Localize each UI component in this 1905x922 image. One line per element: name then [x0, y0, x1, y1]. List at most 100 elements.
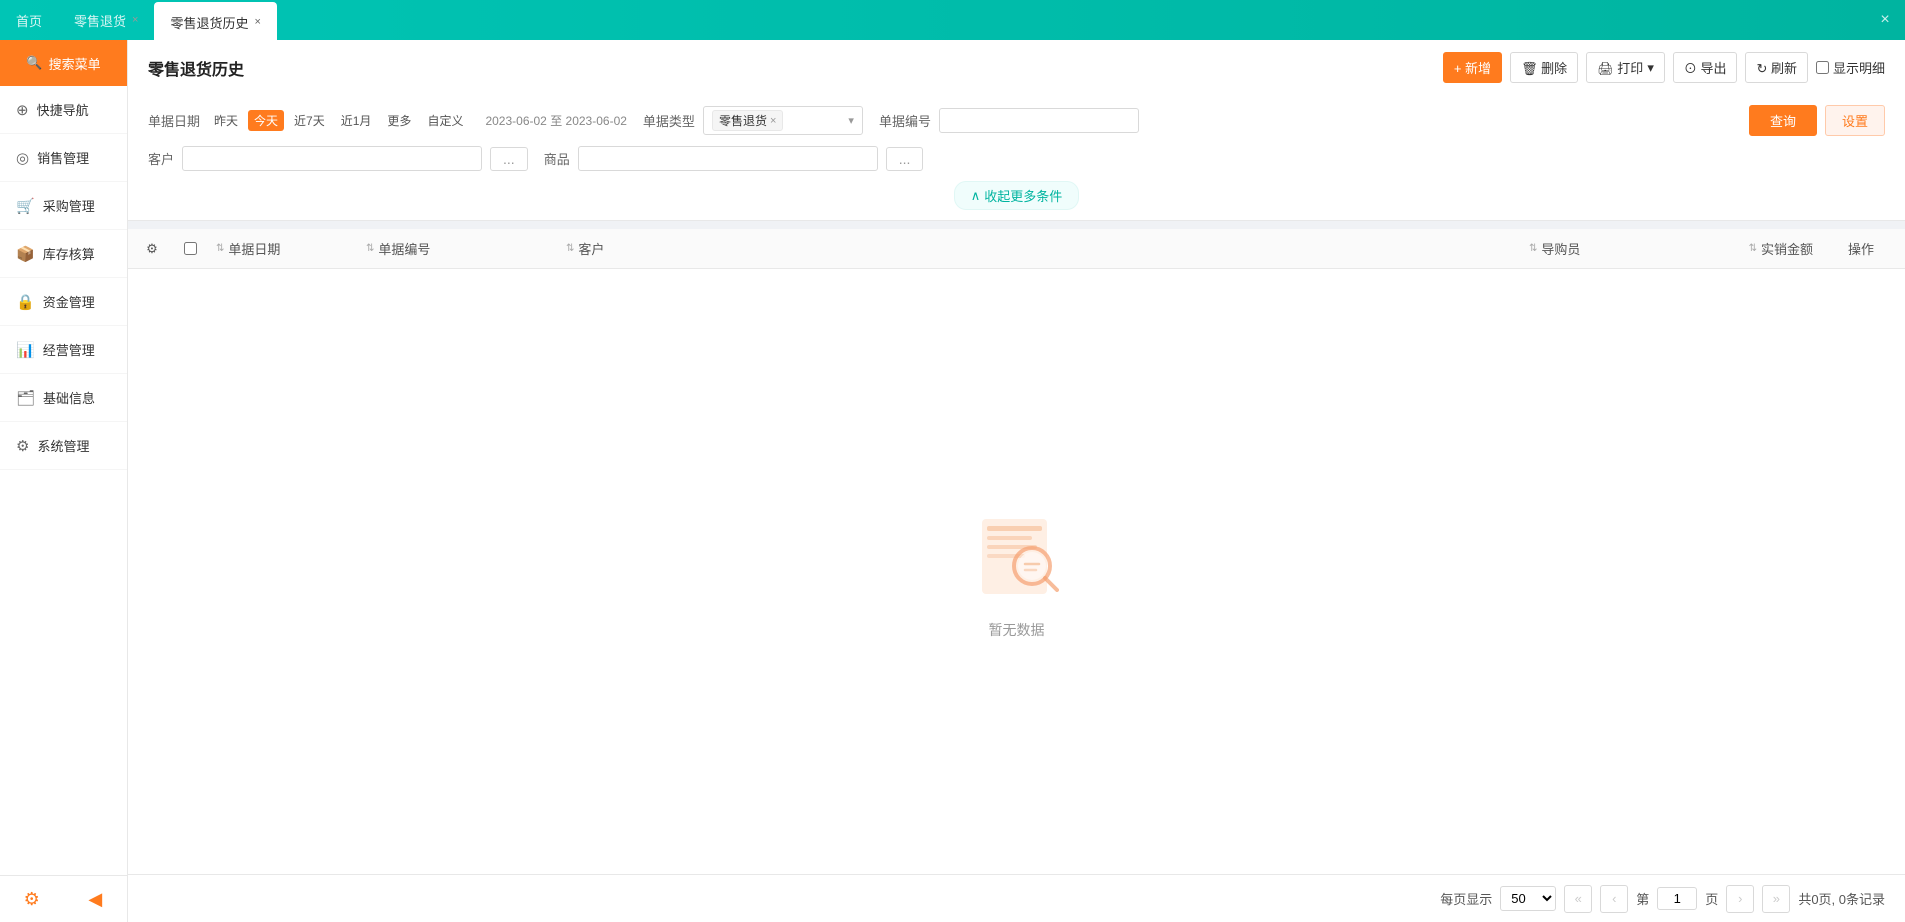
- collapse-button[interactable]: ∧ 收起更多条件: [954, 181, 1080, 210]
- date-shortcuts: 昨天 今天 近7天 近1月 更多 自定义: [208, 110, 469, 131]
- sort-customer-icon: ⇅: [566, 243, 574, 254]
- shortcut-more[interactable]: 更多: [381, 110, 417, 131]
- sort-amount-icon: ⇅: [1749, 243, 1757, 254]
- sidebar-item-finance[interactable]: 🔒 资金管理: [0, 278, 127, 326]
- page-title-row: 零售退货历史 + 新增 🗑 删除 🖨 打印 ▾ ⊙ 导出: [148, 52, 1885, 83]
- per-page-label: 每页显示: [1440, 889, 1492, 908]
- type-tag-close[interactable]: ×: [770, 115, 776, 127]
- sidebar-item-purchase[interactable]: 🛒 采购管理: [0, 182, 127, 230]
- sidebar-item-system[interactable]: ⚙ 系统管理: [0, 422, 127, 470]
- page-unit: 页: [1705, 889, 1718, 908]
- quick-nav-icon: ⊕: [16, 101, 29, 119]
- print-dropdown-icon: ▾: [1647, 60, 1654, 76]
- th-settings[interactable]: ⚙: [132, 241, 172, 257]
- shortcut-yesterday[interactable]: 昨天: [208, 110, 244, 131]
- type-label: 单据类型: [643, 111, 695, 130]
- first-page-button[interactable]: «: [1564, 885, 1592, 913]
- print-button[interactable]: 🖨 打印 ▾: [1586, 52, 1665, 83]
- search-icon: 🔍: [26, 55, 42, 71]
- number-input[interactable]: [939, 108, 1139, 133]
- purchase-icon: 🛒: [16, 197, 35, 215]
- layout: 🔍 搜索菜单 ⊕ 快捷导航 ◎ 销售管理 🛒 采购管理 📦 库存核算 🔒 资金管…: [0, 40, 1905, 922]
- number-filter-group: 单据编号: [879, 108, 1139, 133]
- filter-area: 单据日期 昨天 今天 近7天 近1月 更多 自定义 2023: [148, 95, 1885, 220]
- type-select[interactable]: 零售退货 × ▾: [703, 106, 863, 135]
- export-button[interactable]: ⊙ 导出: [1673, 52, 1738, 83]
- inventory-icon: 📦: [16, 245, 35, 263]
- page-number-input[interactable]: [1657, 887, 1697, 910]
- sidebar-collapse-button[interactable]: ◀: [64, 876, 128, 922]
- empty-text: 暂无数据: [989, 620, 1045, 640]
- sidebar-item-sales[interactable]: ◎ 销售管理: [0, 134, 127, 182]
- settings-filter-button[interactable]: 设置: [1825, 105, 1885, 136]
- filter-row-1: 单据日期 昨天 今天 近7天 近1月 更多 自定义 2023: [148, 105, 1885, 136]
- customer-label: 客户: [148, 149, 174, 168]
- goods-search-button[interactable]: ...: [886, 147, 924, 171]
- main-content: 零售退货历史 + 新增 🗑 删除 🖨 打印 ▾ ⊙ 导出: [128, 40, 1905, 922]
- refresh-button[interactable]: ↻ 刷新: [1745, 52, 1808, 83]
- shortcut-today[interactable]: 今天: [248, 110, 284, 131]
- filter-row-2: 客户 ... 商品 ...: [148, 146, 1885, 171]
- empty-state: 暂无数据: [128, 269, 1905, 874]
- show-detail-checkbox[interactable]: [1816, 61, 1829, 74]
- th-customer[interactable]: ⇅ 客户: [558, 239, 1521, 258]
- basic-info-icon: 🗂: [16, 389, 35, 407]
- tab-close-retail-return[interactable]: ×: [132, 14, 138, 26]
- table-area: ⚙ ⇅ 单据日期 ⇅ 单据编号 ⇅ 客户 ⇅: [128, 229, 1905, 922]
- goods-filter-group: 商品 ...: [544, 146, 924, 171]
- shortcut-7days[interactable]: 近7天: [288, 110, 331, 131]
- sidebar: 🔍 搜索菜单 ⊕ 快捷导航 ◎ 销售管理 🛒 采购管理 📦 库存核算 🔒 资金管…: [0, 40, 128, 922]
- operations-icon: 📊: [16, 341, 35, 359]
- tab-home[interactable]: 首页: [0, 0, 58, 40]
- goods-label: 商品: [544, 149, 570, 168]
- settings-col-icon: ⚙: [146, 241, 158, 257]
- tab-retail-return[interactable]: 零售退货 ×: [58, 0, 154, 40]
- collapse-arrow-icon: ◀: [88, 889, 102, 910]
- sidebar-item-basic-info[interactable]: 🗂 基础信息: [0, 374, 127, 422]
- date-filter-group: 单据日期 昨天 今天 近7天 近1月 更多 自定义: [148, 110, 469, 131]
- last-page-button[interactable]: »: [1762, 885, 1790, 913]
- sidebar-settings-button[interactable]: ⚙: [0, 876, 64, 922]
- sidebar-item-operations[interactable]: 📊 经营管理: [0, 326, 127, 374]
- sort-num-icon: ⇅: [366, 243, 374, 254]
- sidebar-item-quick-nav[interactable]: ⊕ 快捷导航: [0, 86, 127, 134]
- toolbar: + 新增 🗑 删除 🖨 打印 ▾ ⊙ 导出 ↻ 刷新: [1443, 52, 1885, 83]
- sales-icon: ◎: [16, 149, 29, 167]
- th-action: 操作: [1821, 239, 1901, 258]
- top-bar: 首页 零售退货 × 零售退货历史 × ×: [0, 0, 1905, 40]
- tab-close-retail-return-history[interactable]: ×: [254, 16, 260, 28]
- delete-button[interactable]: 🗑 删除: [1510, 52, 1578, 83]
- tab-retail-return-history[interactable]: 零售退货历史 ×: [154, 2, 276, 42]
- sidebar-item-inventory[interactable]: 📦 库存核算: [0, 230, 127, 278]
- sort-guide-icon: ⇅: [1529, 243, 1537, 254]
- page-title: 零售退货历史: [148, 56, 244, 80]
- date-range-group: 2023-06-02 至 2023-06-02: [485, 112, 626, 129]
- date-label: 单据日期: [148, 111, 200, 130]
- next-page-button[interactable]: ›: [1726, 885, 1754, 913]
- number-label: 单据编号: [879, 111, 931, 130]
- per-page-select[interactable]: 20 50 100 200: [1500, 886, 1556, 911]
- customer-search-button[interactable]: ...: [490, 147, 528, 171]
- empty-illustration: [962, 504, 1072, 604]
- search-menu-button[interactable]: 🔍 搜索菜单: [0, 40, 127, 86]
- tab-bar: 首页 零售退货 × 零售退货历史 ×: [0, 0, 1865, 40]
- sort-date-icon: ⇅: [216, 243, 224, 254]
- th-number[interactable]: ⇅ 单据编号: [358, 239, 558, 258]
- th-date[interactable]: ⇅ 单据日期: [208, 239, 358, 258]
- shortcut-1month[interactable]: 近1月: [335, 110, 378, 131]
- th-amount[interactable]: ⇅ 实销金额: [1701, 239, 1821, 258]
- page-header: 零售退货历史 + 新增 🗑 删除 🖨 打印 ▾ ⊙ 导出: [128, 40, 1905, 221]
- shortcut-custom[interactable]: 自定义: [421, 110, 469, 131]
- finance-icon: 🔒: [16, 293, 35, 311]
- th-checkbox[interactable]: [172, 242, 208, 255]
- new-button[interactable]: + 新增: [1443, 52, 1502, 83]
- customer-input[interactable]: [182, 146, 482, 171]
- type-filter-group: 单据类型 零售退货 × ▾: [643, 106, 863, 135]
- query-button[interactable]: 查询: [1749, 105, 1817, 136]
- th-guide[interactable]: ⇅ 导购员: [1521, 239, 1701, 258]
- window-close-button[interactable]: ×: [1865, 0, 1905, 40]
- page-text: 第: [1636, 889, 1649, 908]
- prev-page-button[interactable]: ‹: [1600, 885, 1628, 913]
- goods-input[interactable]: [578, 146, 878, 171]
- select-all-checkbox[interactable]: [184, 242, 197, 255]
